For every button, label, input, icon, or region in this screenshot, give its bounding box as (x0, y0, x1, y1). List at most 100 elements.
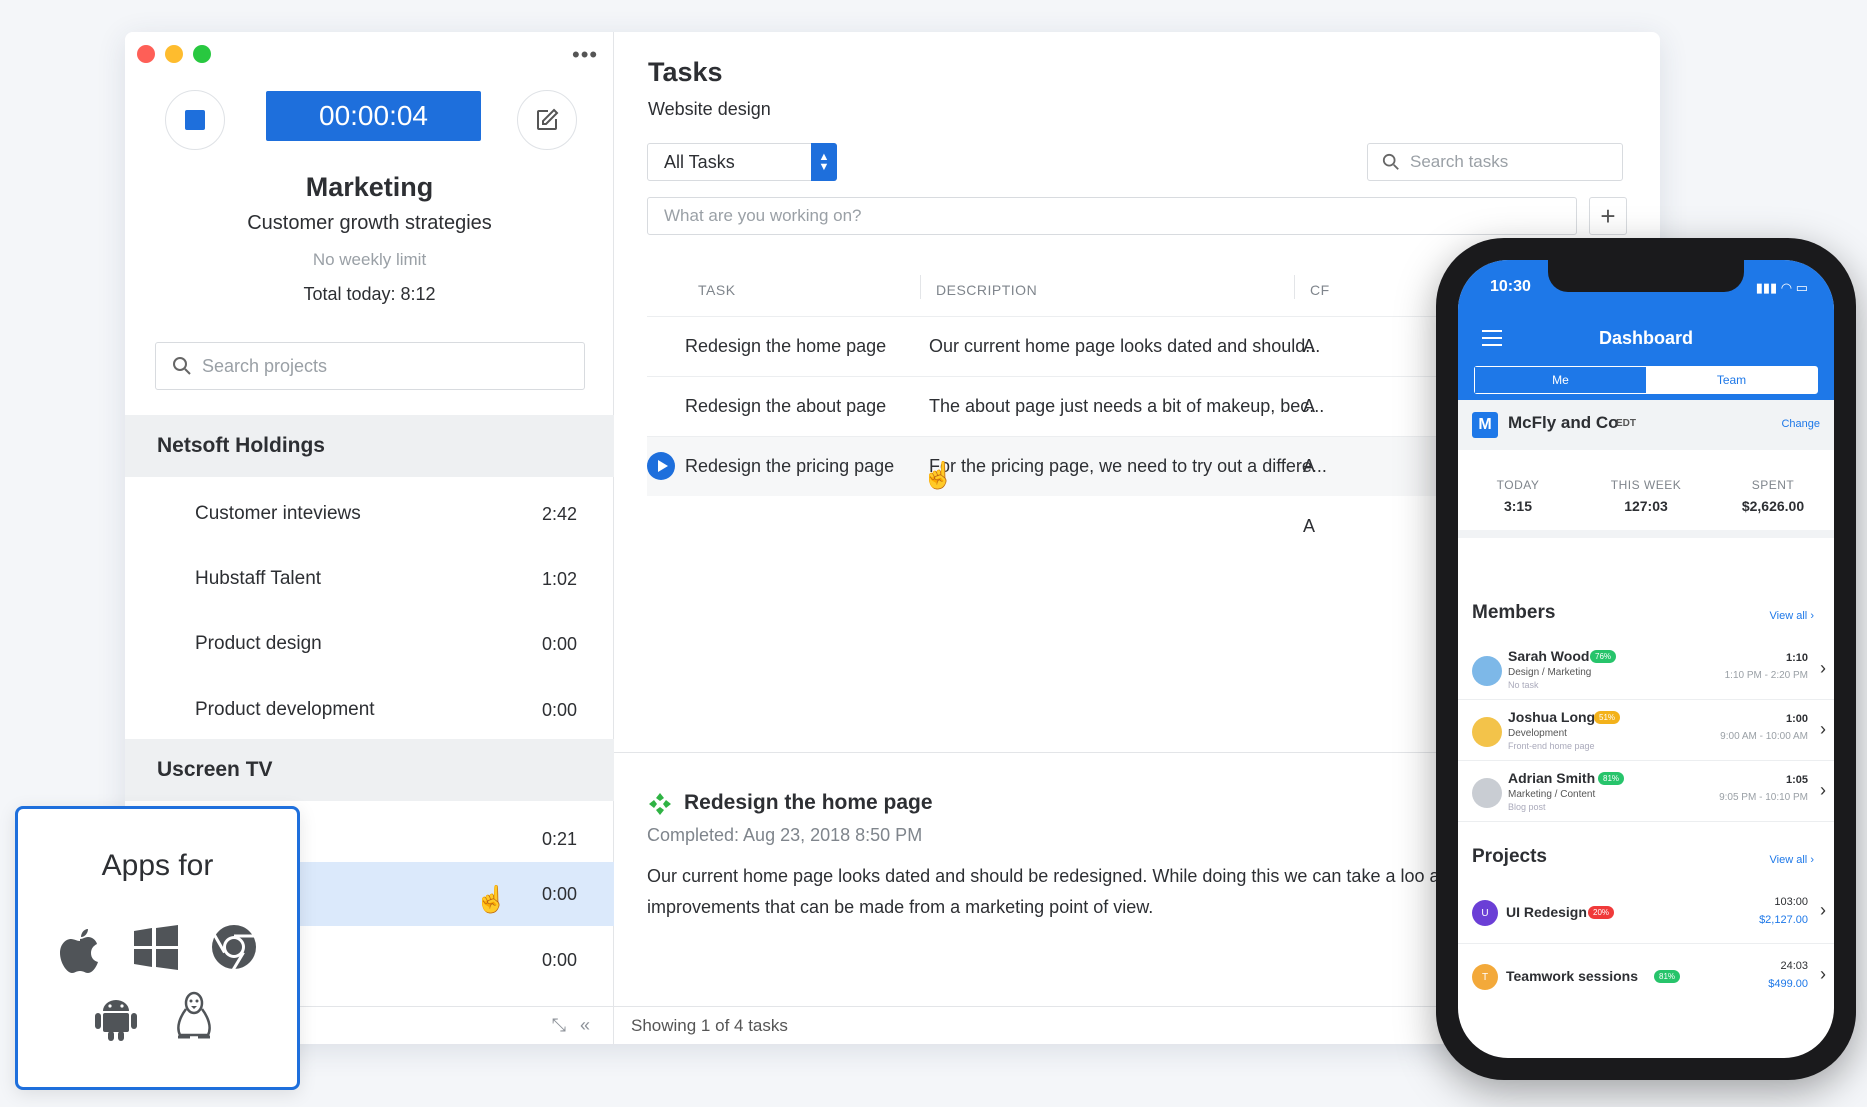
member-row[interactable]: Joshua Long 51% Development Front-end ho… (1458, 701, 1834, 761)
project-title: Marketing (305, 172, 434, 202)
stat-spent: SPENT $2,626.00 (1718, 478, 1828, 514)
add-task-button[interactable]: + (1589, 197, 1627, 235)
task-filter-select[interactable]: All Tasks ▲ ▼ (647, 143, 837, 181)
task-extra: A (1303, 456, 1316, 476)
avatar (1472, 717, 1502, 747)
apps-for-panel: Apps for (15, 806, 300, 1090)
stat-today: TODAY 3:15 (1468, 478, 1568, 514)
close-window-button[interactable] (137, 45, 155, 63)
window-controls (137, 45, 211, 63)
project-list-item[interactable]: U UI Redesign 20% 103:00 $2,127.00 › (1458, 882, 1834, 944)
project-row-label: Hubstaff Talent (195, 568, 322, 589)
member-name: Sarah Wood (1508, 648, 1590, 664)
collapse-icon[interactable]: « (580, 1015, 590, 1036)
search-icon (1382, 153, 1399, 170)
chrome-icon[interactable] (208, 921, 260, 973)
apps-title: Apps for (101, 849, 214, 882)
chevron-right-icon: › (1820, 900, 1826, 920)
column-header-third[interactable]: CF (1310, 282, 1330, 298)
member-role: Development (1508, 728, 1567, 739)
stat-label: SPENT (1751, 478, 1795, 492)
me-team-toggle: Me Team (1474, 366, 1818, 394)
activity-badge: 51% (1594, 711, 1621, 724)
segment-me[interactable]: Me (1475, 367, 1646, 393)
change-company-link[interactable]: Change (1781, 418, 1820, 430)
project-row-label: Product design (195, 633, 322, 654)
search-projects-placeholder: Search projects (202, 355, 328, 376)
activity-badge: 76% (1590, 650, 1617, 663)
member-row[interactable]: Sarah Wood 76% Design / Marketing No tas… (1458, 640, 1834, 700)
plus-icon: + (1600, 200, 1616, 231)
tasks-count: Showing 1 of 4 tasks (631, 1015, 788, 1035)
project-money: $2,127.00 (1759, 914, 1808, 926)
project-name: UI Redesign (1506, 904, 1587, 920)
task-detail-title: Redesign the home page (684, 791, 933, 814)
project-list-item[interactable]: T Teamwork sessions 81% 24:03 $499.00 › (1458, 946, 1834, 1008)
more-options-icon[interactable]: ••• (572, 42, 598, 68)
compact-icon[interactable]: ⤡ (552, 1015, 566, 1036)
task-description: Our current home page looks dated and sh… (929, 336, 1321, 356)
projects-view-all-link[interactable]: View all › (1770, 854, 1814, 866)
column-header-task[interactable]: TASK (698, 282, 736, 298)
column-header-description[interactable]: DESCRIPTION (936, 282, 1037, 298)
minimize-window-button[interactable] (165, 45, 183, 63)
task-detail-completed: Completed: Aug 23, 2018 8:50 PM (647, 825, 923, 845)
task-description: For the pricing page, we need to try out… (929, 456, 1327, 476)
segment-team[interactable]: Team (1646, 367, 1817, 393)
member-row[interactable]: Adrian Smith 81% Marketing / Content Blo… (1458, 762, 1834, 822)
member-hours: 1:10 (1785, 652, 1808, 664)
project-row[interactable]: Hubstaff Talent 1:02 (125, 547, 614, 611)
group-header-netsoft[interactable]: Netsoft Holdings (125, 415, 614, 477)
member-task: Blog post (1508, 802, 1546, 812)
member-name: Adrian Smith (1508, 770, 1596, 786)
stop-icon (185, 110, 205, 130)
progress-badge: 20% (1588, 906, 1615, 919)
chevron-right-icon: › (1820, 658, 1826, 678)
stat-this-week: THIS WEEK 127:03 (1596, 478, 1696, 514)
project-row[interactable]: Customer inteviews 2:42 (125, 482, 614, 546)
completed-task-icon (649, 793, 671, 815)
project-row[interactable]: Product design 0:00 (125, 612, 614, 676)
phone-screen: 10:30 ▮▮▮ ◠ ▭ Dashboard Me Team M McFly … (1458, 260, 1834, 1058)
project-row-time: 1:02 (541, 568, 577, 589)
company-avatar: M (1472, 412, 1498, 438)
task-name: Redesign the home page (685, 336, 887, 356)
project-name: Teamwork sessions (1506, 968, 1639, 984)
play-task-button[interactable] (647, 452, 675, 480)
member-task: Front-end home page (1508, 741, 1595, 751)
project-row-time: 0:00 (541, 699, 577, 720)
search-tasks-input[interactable]: Search tasks (1367, 143, 1623, 181)
project-row-label: Customer inteviews (195, 503, 361, 524)
project-row[interactable]: Product development 0:00 (125, 678, 614, 742)
task-filter-value: All Tasks (664, 151, 735, 172)
apple-icon[interactable] (54, 921, 106, 973)
member-time-range: 9:05 PM - 10:10 PM (1719, 792, 1808, 803)
project-row-label: Product development (195, 699, 375, 720)
member-role: Marketing / Content (1508, 789, 1596, 800)
group-header-uscreen[interactable]: Uscreen TV (125, 739, 614, 801)
member-name: Joshua Long (1508, 709, 1596, 725)
project-row-time: 0:00 (541, 949, 577, 970)
new-task-placeholder: What are you working on? (664, 206, 862, 225)
projects-heading: Projects (1472, 846, 1547, 867)
android-icon[interactable] (90, 991, 142, 1043)
maximize-window-button[interactable] (193, 45, 211, 63)
project-money: $499.00 (1768, 978, 1808, 990)
company-bar: M McFly and Co EDT Change (1458, 400, 1834, 450)
tasks-subtitle: Website design (648, 99, 771, 119)
windows-icon[interactable] (130, 921, 182, 973)
mobile-phone-mockup: 10:30 ▮▮▮ ◠ ▭ Dashboard Me Team M McFly … (1436, 238, 1856, 1080)
new-task-input[interactable]: What are you working on? (647, 197, 1577, 235)
stat-value: 3:15 (1503, 498, 1533, 514)
signal-wifi-battery-icon: ▮▮▮ ◠ ▭ (1755, 280, 1808, 295)
members-view-all-link[interactable]: View all › (1770, 610, 1814, 622)
task-name: Redesign the about page (685, 396, 887, 416)
avatar (1472, 778, 1502, 808)
linux-icon[interactable] (168, 989, 220, 1041)
stat-value: $2,626.00 (1741, 498, 1805, 514)
chevron-right-icon: › (1820, 964, 1826, 984)
stop-timer-button[interactable] (165, 90, 225, 150)
search-projects-input[interactable]: Search projects (155, 342, 585, 390)
member-role: Design / Marketing (1508, 667, 1592, 678)
edit-note-button[interactable] (517, 90, 577, 150)
